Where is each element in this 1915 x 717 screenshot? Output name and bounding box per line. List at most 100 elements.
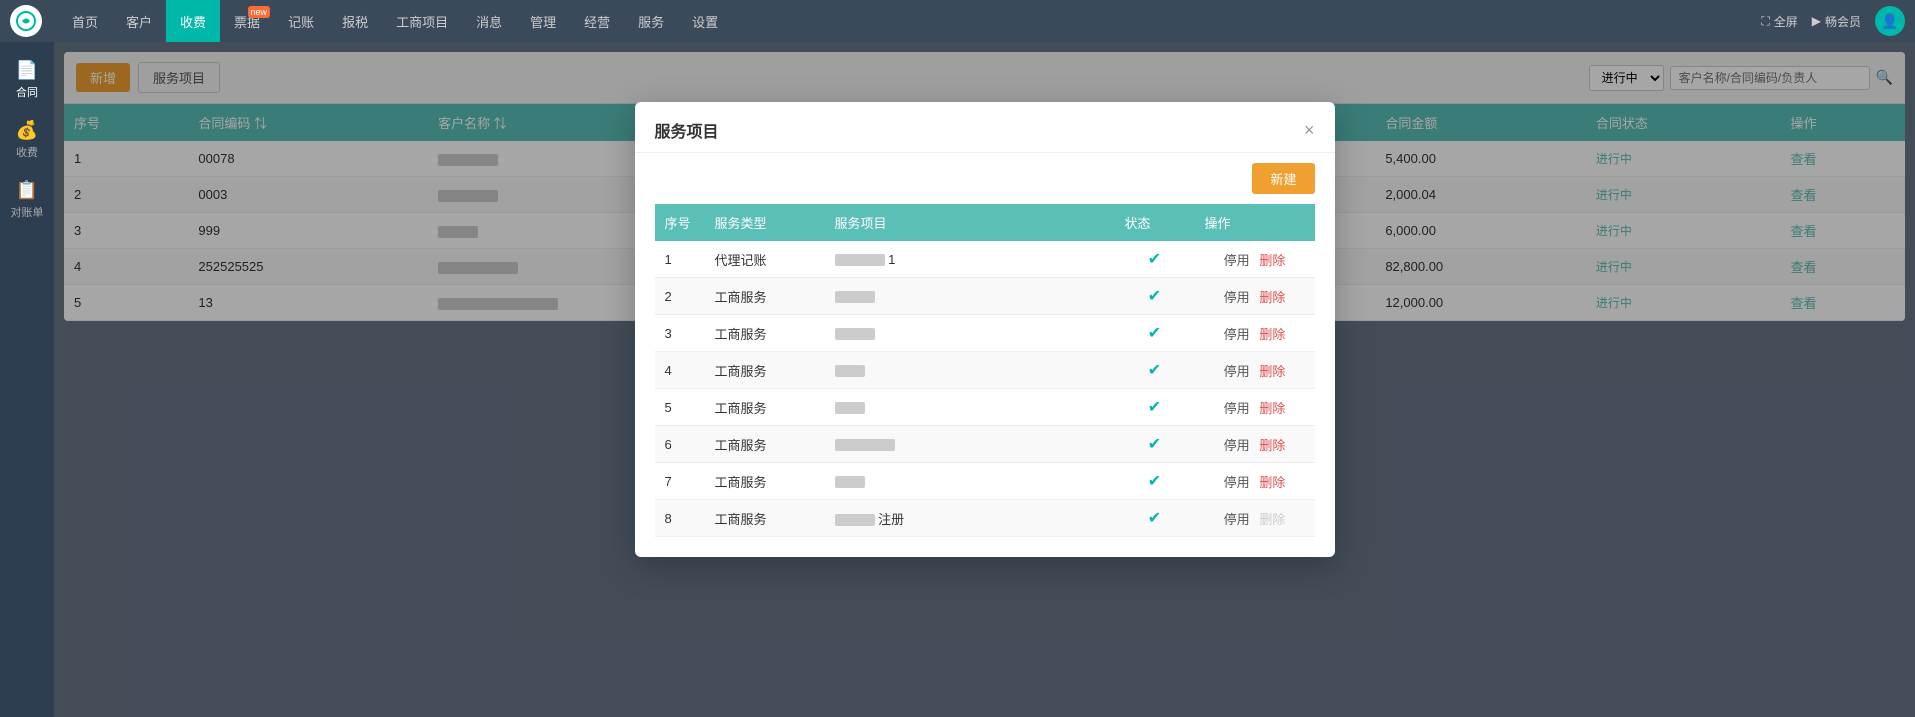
delete-button[interactable]: 删除 — [1259, 475, 1285, 490]
modal-toolbar: 新建 — [635, 153, 1335, 204]
modal-cell-item — [825, 463, 1115, 500]
delete-button[interactable]: 删除 — [1259, 253, 1285, 268]
nav-fee[interactable]: 收费 — [166, 0, 220, 42]
modal-close-button[interactable]: × — [1304, 121, 1315, 139]
delete-button[interactable]: 删除 — [1259, 438, 1285, 453]
stop-button[interactable]: 停用 — [1224, 327, 1250, 342]
top-nav: 首页 客户 收费 票据 new 记账 报税 工商项目 消息 管理 经营 服务 设… — [0, 0, 1915, 42]
modal-cell-action: 停用 删除 — [1195, 241, 1315, 278]
new-badge: new — [248, 6, 271, 18]
stop-button[interactable]: 停用 — [1224, 512, 1250, 527]
modal-cell-action: 停用 删除 — [1195, 389, 1315, 426]
modal-cell-action: 停用 删除 — [1195, 352, 1315, 389]
modal-cell-item — [825, 278, 1115, 315]
sidebar-item-statement[interactable]: 📋 对账单 — [0, 172, 54, 228]
vip-icon: ▶ — [1812, 14, 1821, 28]
nav-bookkeeping[interactable]: 记账 — [274, 0, 328, 42]
modal-overlay[interactable]: 服务项目 × 新建 序号 服务类型 服务项目 状态 操作 — [54, 42, 1915, 717]
modal-cell-num: 4 — [655, 352, 705, 389]
fee-icon: 💰 — [16, 120, 38, 141]
contract-icon: 📄 — [16, 60, 38, 81]
modal-table-row: 4 工商服务 ✔ 停用 删除 — [655, 352, 1315, 389]
vip-button[interactable]: ▶ 畅会员 — [1812, 13, 1861, 30]
modal-cell-status: ✔ — [1115, 426, 1195, 463]
modal-cell-status: ✔ — [1115, 389, 1195, 426]
nav-invoice[interactable]: 票据 new — [220, 0, 274, 42]
modal-cell-type: 工商服务 — [705, 315, 825, 352]
nav-customer[interactable]: 客户 — [112, 0, 166, 42]
modal-table-row: 7 工商服务 ✔ 停用 删除 — [655, 463, 1315, 500]
stop-button[interactable]: 停用 — [1224, 438, 1250, 453]
modal-cell-status: ✔ — [1115, 500, 1195, 537]
stop-button[interactable]: 停用 — [1224, 290, 1250, 305]
modal-table-row: 1 代理记账 1 ✔ 停用 删除 — [655, 241, 1315, 278]
modal-cell-action: 停用 删除 — [1195, 426, 1315, 463]
modal-cell-type: 工商服务 — [705, 500, 825, 537]
modal-cell-type: 工商服务 — [705, 352, 825, 389]
sidebar: 📄 合同 💰 收费 📋 对账单 — [0, 42, 54, 717]
stop-button[interactable]: 停用 — [1224, 253, 1250, 268]
modal-cell-status: ✔ — [1115, 241, 1195, 278]
nav-business[interactable]: 工商项目 — [382, 0, 462, 42]
modal-cell-num: 3 — [655, 315, 705, 352]
modal-col-item: 服务项目 — [825, 204, 1115, 241]
nav-operation[interactable]: 经营 — [570, 0, 624, 42]
nav-home[interactable]: 首页 — [58, 0, 112, 42]
delete-button[interactable]: 删除 — [1259, 401, 1285, 416]
modal-table-row: 8 工商服务 注册 ✔ 停用 删除 — [655, 500, 1315, 537]
nav-settings[interactable]: 设置 — [678, 0, 732, 42]
modal-cell-status: ✔ — [1115, 315, 1195, 352]
modal-cell-item: 1 — [825, 241, 1115, 278]
nav-manage[interactable]: 管理 — [516, 0, 570, 42]
status-check-icon: ✔ — [1148, 251, 1161, 268]
sidebar-item-contract[interactable]: 📄 合同 — [0, 52, 54, 108]
modal-cell-action: 停用 删除 — [1195, 315, 1315, 352]
modal-cell-item — [825, 352, 1115, 389]
modal-table-row: 2 工商服务 ✔ 停用 删除 — [655, 278, 1315, 315]
modal-cell-type: 工商服务 — [705, 278, 825, 315]
modal-cell-num: 8 — [655, 500, 705, 537]
nav-items: 首页 客户 收费 票据 new 记账 报税 工商项目 消息 管理 经营 服务 设… — [58, 0, 1761, 42]
new-service-button[interactable]: 新建 — [1252, 163, 1314, 194]
delete-button[interactable]: 删除 — [1259, 364, 1285, 379]
avatar[interactable]: 👤 — [1875, 6, 1905, 36]
service-modal: 服务项目 × 新建 序号 服务类型 服务项目 状态 操作 — [635, 102, 1335, 557]
stop-button[interactable]: 停用 — [1224, 364, 1250, 379]
modal-cell-type: 工商服务 — [705, 463, 825, 500]
nav-tax[interactable]: 报税 — [328, 0, 382, 42]
modal-table-row: 6 工商服务 ✔ 停用 删除 — [655, 426, 1315, 463]
modal-cell-status: ✔ — [1115, 278, 1195, 315]
top-nav-right: ⛶ 全屏 ▶ 畅会员 👤 — [1761, 6, 1905, 36]
nav-service[interactable]: 服务 — [624, 0, 678, 42]
modal-cell-num: 5 — [655, 389, 705, 426]
modal-header: 服务项目 × — [635, 102, 1335, 153]
modal-cell-item: 注册 — [825, 500, 1115, 537]
modal-cell-status: ✔ — [1115, 352, 1195, 389]
nav-message[interactable]: 消息 — [462, 0, 516, 42]
modal-col-type: 服务类型 — [705, 204, 825, 241]
statement-icon: 📋 — [16, 180, 38, 201]
stop-button[interactable]: 停用 — [1224, 401, 1250, 416]
modal-col-num: 序号 — [655, 204, 705, 241]
modal-cell-action: 停用 删除 — [1195, 278, 1315, 315]
modal-col-action: 操作 — [1195, 204, 1315, 241]
modal-cell-item — [825, 315, 1115, 352]
modal-table-row: 5 工商服务 ✔ 停用 删除 — [655, 389, 1315, 426]
service-table: 序号 服务类型 服务项目 状态 操作 1 代理记账 1 ✔ 停用 删除 2 — [655, 204, 1315, 537]
status-check-icon: ✔ — [1148, 510, 1161, 527]
modal-cell-type: 工商服务 — [705, 389, 825, 426]
modal-cell-num: 1 — [655, 241, 705, 278]
status-check-icon: ✔ — [1148, 399, 1161, 416]
sidebar-item-fee[interactable]: 💰 收费 — [0, 112, 54, 168]
modal-cell-num: 7 — [655, 463, 705, 500]
delete-button[interactable]: 删除 — [1259, 327, 1285, 342]
modal-title: 服务项目 — [655, 118, 719, 142]
delete-button[interactable]: 删除 — [1259, 512, 1285, 527]
app-logo — [10, 5, 42, 37]
modal-col-status: 状态 — [1115, 204, 1195, 241]
stop-button[interactable]: 停用 — [1224, 475, 1250, 490]
fullscreen-button[interactable]: ⛶ 全屏 — [1761, 13, 1797, 30]
delete-button[interactable]: 删除 — [1259, 290, 1285, 305]
modal-cell-action: 停用 删除 — [1195, 463, 1315, 500]
fullscreen-icon: ⛶ — [1761, 14, 1769, 29]
